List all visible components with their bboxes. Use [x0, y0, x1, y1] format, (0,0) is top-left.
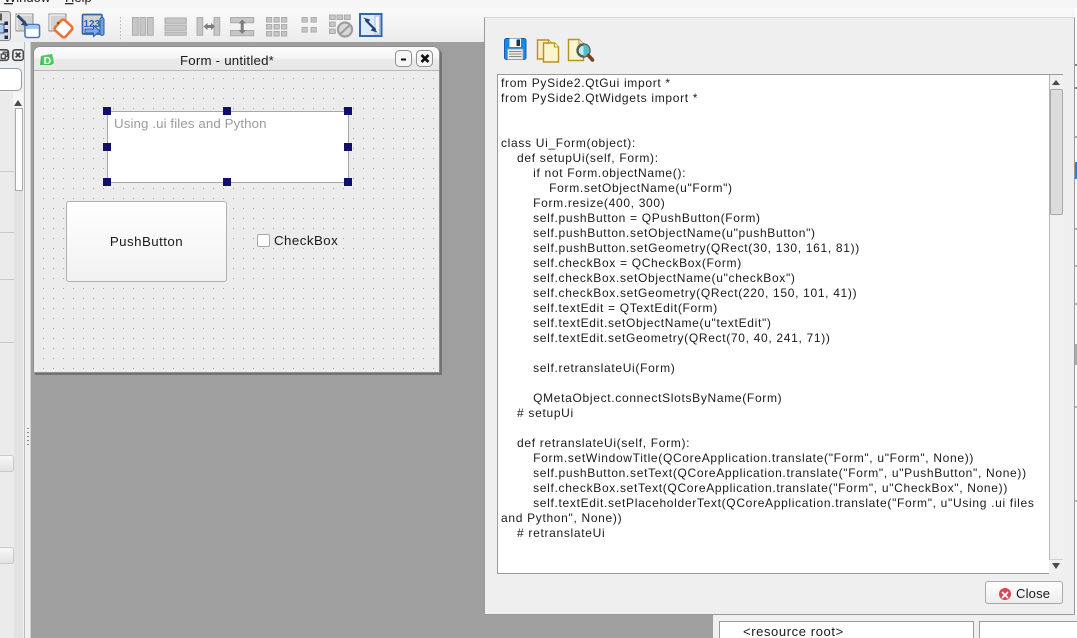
svg-text:123: 123	[84, 19, 101, 30]
